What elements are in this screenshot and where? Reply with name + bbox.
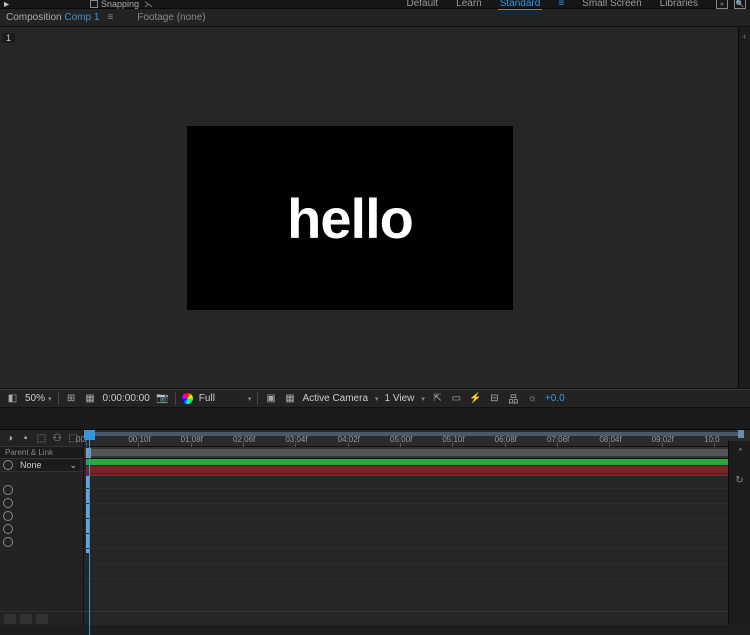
snapping-options-icon[interactable]: ⋋ <box>144 0 153 10</box>
workspace-libraries[interactable]: Libraries <box>658 0 700 10</box>
ruler-tick: 08:04f <box>599 435 621 444</box>
timeline-switch-toggles <box>0 611 84 625</box>
views-dropdown[interactable]: 1 View▾ <box>385 393 425 404</box>
composition-panel-tabs: Composition Comp 1 ≡ Footage (none) <box>0 9 750 27</box>
workspace-learn[interactable]: Learn <box>454 0 484 10</box>
stopwatch-icon[interactable] <box>3 498 13 508</box>
ruler-tick: 00:10f <box>128 435 150 444</box>
stopwatch-icon[interactable] <box>3 485 13 495</box>
ruler-tick: 03:04f <box>285 435 307 444</box>
composition-viewer[interactable]: 1 hello ‹ <box>0 27 750 389</box>
snapping-toggle[interactable]: Snapping ⋋ <box>90 0 153 10</box>
timecode-display[interactable]: 0:00:00:00 <box>103 393 150 404</box>
zoom-dropdown[interactable]: 50%▾ <box>25 393 52 404</box>
workspace-standard[interactable]: Standard <box>498 0 543 10</box>
timeline-layer-columns: ◑ ▪ ⬚ ⚇ ⬚ Parent & Link None ⌄ <box>0 430 84 625</box>
timeline-tracks[interactable]: 00f00:10f01:08f02:06f03:04f04:02f05:00f0… <box>84 430 750 625</box>
composition-name-link[interactable]: Comp 1 <box>64 12 99 23</box>
composition-canvas[interactable]: hello <box>187 126 513 310</box>
time-navigator[interactable] <box>84 447 750 459</box>
footage-tab[interactable]: Footage (none) <box>137 12 205 23</box>
ruler-tick: 05:00f <box>390 435 412 444</box>
ruler-tick: 10:0 <box>704 435 720 444</box>
exposure-value[interactable]: +0.0 <box>545 393 565 404</box>
text-layer-content: hello <box>287 186 413 251</box>
right-docked-panel: ‹ <box>738 27 750 388</box>
stopwatch-icon[interactable] <box>3 511 13 521</box>
share-view-icon[interactable]: ⇱ <box>431 392 444 405</box>
parent-dropdown[interactable]: None ⌄ <box>17 460 80 471</box>
ruler-tick: 01:08f <box>181 435 203 444</box>
checkbox-icon <box>90 0 98 8</box>
ruler-tick: 07:06f <box>547 435 569 444</box>
snapshot-icon[interactable]: 📷 <box>156 392 169 405</box>
app-menubar: ▸ Snapping ⋋ Default Learn Standard ≡ Sm… <box>0 0 750 9</box>
panel-collapse-icon[interactable]: ‹ <box>740 31 750 41</box>
workspace-small-screen[interactable]: Small Screen <box>580 0 643 10</box>
work-area-end-handle[interactable] <box>738 430 744 438</box>
comp-marker-icon[interactable]: ◔ <box>734 445 746 457</box>
roi-icon[interactable]: ▣ <box>264 392 277 405</box>
parent-link-row: None ⌄ <box>0 459 83 472</box>
toggle-switch-icon[interactable] <box>20 614 32 624</box>
pixel-aspect-icon[interactable]: ▭ <box>450 392 463 405</box>
ruler-tick: 06:08f <box>495 435 517 444</box>
workspace-menu-icon[interactable]: ≡ <box>556 0 566 10</box>
solo-column-icon[interactable]: ⬚ <box>37 432 47 444</box>
search-icon[interactable]: 🔍 <box>734 0 746 9</box>
render-queue-icon[interactable]: ↻ <box>734 475 746 487</box>
topbar-right-icons: » 🔍 <box>716 0 746 9</box>
timeline-panel: ◑ ▪ ⬚ ⚇ ⬚ Parent & Link None ⌄ <box>0 430 750 625</box>
navigator-left-handle[interactable] <box>86 448 91 458</box>
fast-preview-icon[interactable]: ⚡ <box>469 392 482 405</box>
grid-icon[interactable]: ▦ <box>84 392 97 405</box>
timeline-grid <box>84 459 750 611</box>
navigator-thumb[interactable] <box>86 449 744 456</box>
av-column-icon[interactable]: ◑ <box>5 432 15 444</box>
selection-tool-icon[interactable]: ▸ <box>4 0 14 9</box>
panel-divider[interactable] <box>0 408 750 430</box>
composition-prefix: Composition <box>6 12 62 23</box>
ruler-tick: 02:06f <box>233 435 255 444</box>
ruler-tick: 05:10f <box>442 435 464 444</box>
color-management-icon[interactable] <box>182 393 193 404</box>
panel-menu-icon[interactable]: ≡ <box>107 12 113 23</box>
pickwhip-icon[interactable] <box>3 460 13 470</box>
label-column-icon[interactable]: ▪ <box>21 432 31 444</box>
workspace-default[interactable]: Default <box>404 0 440 10</box>
toolbar-left: ▸ <box>4 0 14 9</box>
transparency-grid-icon[interactable]: ▦ <box>283 392 296 405</box>
resolution-dropdown[interactable]: Full▾ <box>199 393 252 404</box>
flowchart-icon[interactable]: 品 <box>507 392 520 405</box>
chevron-down-icon: ⌄ <box>69 460 77 471</box>
frame-counter: 1 <box>2 33 15 43</box>
camera-dropdown[interactable]: Active Camera▾ <box>302 393 378 404</box>
stopwatch-icon[interactable] <box>3 524 13 534</box>
timeline-right-gutter: ◔ ↻ <box>728 441 750 625</box>
timeline-zoom-slider[interactable] <box>84 611 750 625</box>
parent-link-header: Parent & Link <box>0 447 83 459</box>
time-ruler[interactable]: 00f00:10f01:08f02:06f03:04f04:02f05:00f0… <box>84 430 750 447</box>
alpha-icon[interactable]: ◧ <box>6 392 19 405</box>
stopwatch-icon[interactable] <box>3 537 13 547</box>
ruler-tick: 04:02f <box>338 435 360 444</box>
toggle-switch-icon[interactable] <box>36 614 48 624</box>
toggle-switch-icon[interactable] <box>4 614 16 624</box>
layer-column-headers: ◑ ▪ ⬚ ⚇ ⬚ <box>0 430 83 447</box>
property-rows <box>0 472 83 547</box>
timeline-icon[interactable]: ⊟ <box>488 392 501 405</box>
viewer-controls: ◧ 50%▾ ⊞ ▦ 0:00:00:00 📷 Full▾ ▣ ▦ Active… <box>0 389 750 408</box>
resolution-icon[interactable]: ⊞ <box>65 392 78 405</box>
chevrons-icon[interactable]: » <box>716 0 728 9</box>
reset-exposure-icon[interactable]: ☼ <box>526 392 539 405</box>
snapping-label: Snapping <box>101 0 139 9</box>
lock-column-icon[interactable]: ⚇ <box>52 432 62 444</box>
ruler-tick: 09:02f <box>652 435 674 444</box>
workspace-switcher: Default Learn Standard ≡ Small Screen Li… <box>404 0 700 10</box>
composition-tab[interactable]: Composition Comp 1 <box>6 12 99 23</box>
